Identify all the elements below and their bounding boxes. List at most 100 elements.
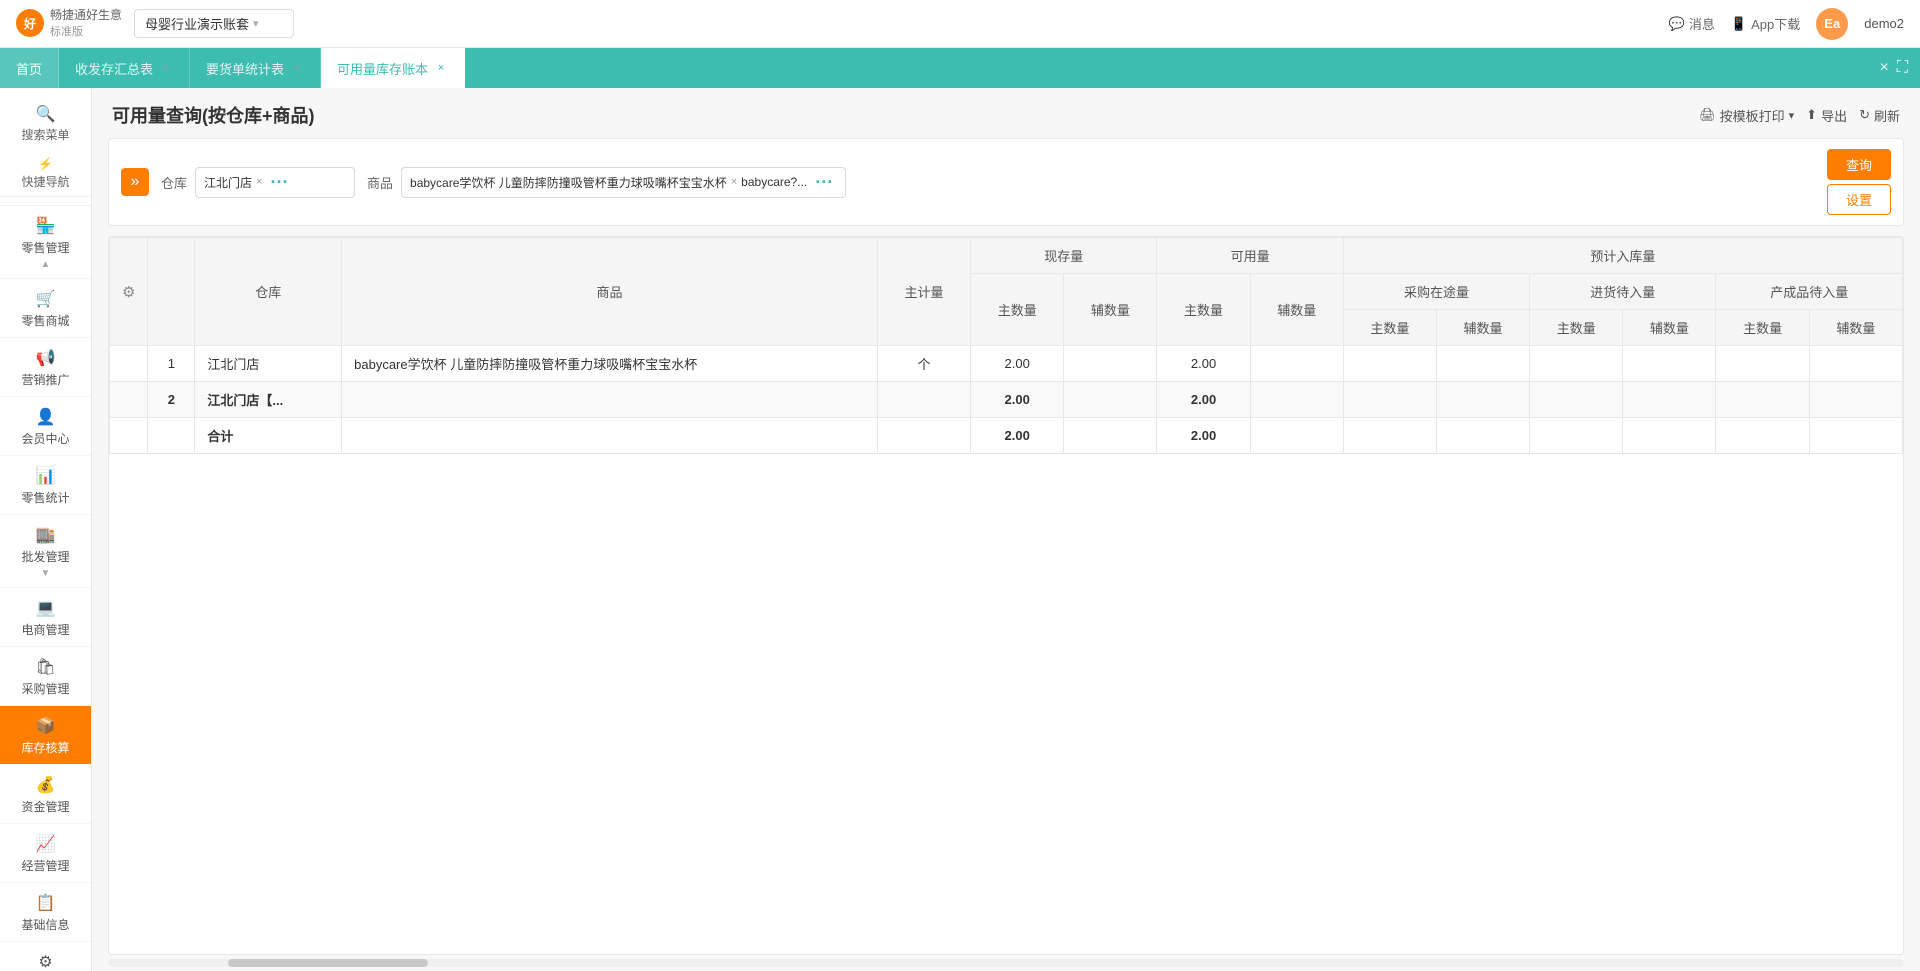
logo-app-name: 畅捷通好生意 [50,8,122,22]
sidebar-item-marketing[interactable]: 📢 营销推广 [0,338,91,397]
member-center-icon: 👤 [36,407,56,427]
sidebar-item-retail-mall[interactable]: 🛒 零售商城 [0,279,91,338]
table-settings-icon[interactable]: ⚙ [122,284,135,301]
sidebar-item-retail-mgmt[interactable]: 🏪 零售管理 ▲ [0,206,91,279]
th-main-unit: 主计量 [877,238,970,346]
product-label: 商品 [367,173,393,192]
sidebar-item-operations[interactable]: 📈 经营管理 [0,824,91,883]
td-group-index: 2 [148,382,195,418]
sidebar-item-inventory[interactable]: 📦 库存核算 [0,706,91,765]
tfoot-label: 合计 [195,418,342,454]
product-value-1: babycare学饮杯 儿童防摔防撞吸管杯重力球吸嘴杯宝宝水杯 [410,174,727,191]
td-group-product [342,382,878,418]
query-button[interactable]: 查询 [1827,149,1891,180]
sidebar-item-finance[interactable]: 💰 资金管理 [0,765,91,824]
scrollbar-thumb[interactable] [228,959,428,967]
th-avail-main: 主数量 [1157,274,1250,346]
search-icon: 🔍 [36,104,56,124]
warehouse-tag: 江北门店 × [204,174,262,191]
refresh-icon: ↻ [1859,107,1870,123]
sidebar-item-ecommerce-label: 电商管理 [21,621,69,638]
product-tag-1-close[interactable]: × [731,176,737,188]
refresh-button[interactable]: ↻ 刷新 [1859,106,1900,125]
tfoot-product-main [1716,418,1809,454]
td-stock-aux [1064,346,1157,382]
avatar[interactable]: Ea [1816,8,1848,40]
tab-receive-summary-close[interactable]: × [159,61,173,75]
tab-order-stats[interactable]: 要货单统计表 × [190,48,321,88]
tab-controls: × ⛶ [1867,48,1920,88]
filter-toggle-button[interactable]: » [121,168,149,196]
th-inbound-aux: 辅数量 [1623,310,1716,346]
industry-select[interactable]: 母婴行业演示账套 ▾ [134,9,294,38]
username: demo2 [1864,16,1904,31]
setting-button[interactable]: 设置 [1827,184,1891,215]
horizontal-scrollbar[interactable] [108,959,1904,967]
table-wrapper: ⚙ 仓库 商品 主计量 现存量 [108,236,1904,955]
sidebar-item-system-mgmt[interactable]: ⚙ 系统管理 [0,942,91,971]
print-icon: 🖨 [1699,107,1716,123]
warehouse-more-btn[interactable]: ··· [266,172,292,193]
td-inbound-main [1530,346,1623,382]
chevron-icon: ▲ [41,259,51,270]
th-purchase-transit: 采购在途量 [1343,274,1529,310]
sidebar-item-ecommerce[interactable]: 💻 电商管理 [0,588,91,647]
sidebar-item-purchase-mgmt[interactable]: 🛍 采购管理 [0,647,91,706]
warehouse-tag-close[interactable]: × [256,176,262,188]
tab-available-inventory-close[interactable]: × [434,61,448,75]
sidebar-item-retail-mall-label: 零售商城 [21,312,69,329]
header-actions: 🖨 按模板打印 ▾ ⬆ 导出 ↻ 刷新 [1699,106,1900,125]
logo-sub-name: 标准版 [50,23,122,39]
tfoot-inbound-aux [1623,418,1716,454]
sidebar-top: 🔍 搜索菜单 ⚡ 快捷导航 [0,88,91,206]
logo-text-group: 畅捷通好生意 标准版 [50,8,122,38]
top-bar-left: 好 畅捷通好生意 标准版 母婴行业演示账套 ▾ [16,8,294,38]
sidebar-item-basic-info[interactable]: 📋 基础信息 [0,883,91,942]
warehouse-input[interactable]: 江北门店 × ··· [195,167,355,198]
group-row: 2 江北门店【... 2.00 2.00 [110,382,1903,418]
home-label: 首页 [16,59,42,78]
tab-fullscreen-button[interactable]: ⛶ [1897,59,1908,77]
sidebar-quick-nav-label: 快捷导航 [21,173,69,190]
marketing-icon: 📢 [36,348,56,368]
th-product-pending: 产成品待入量 [1716,274,1903,310]
table-row: 1 江北门店 babycare学饮杯 儿童防摔防撞吸管杯重力球吸嘴杯宝宝水杯 个… [110,346,1903,382]
warehouse-value: 江北门店 [204,174,252,191]
retail-mall-icon: 🛒 [36,289,56,309]
quick-nav-icon: ⚡ [38,157,53,171]
td-group-avail-aux [1250,382,1343,418]
sidebar-item-member-center[interactable]: 👤 会员中心 [0,397,91,456]
th-current-stock: 现存量 [971,238,1157,274]
th-stock-aux: 辅数量 [1064,274,1157,346]
app-download-button[interactable]: 📱 App下载 [1731,14,1800,33]
sidebar-item-wholesale-mgmt[interactable]: 🏬 批发管理 ▼ [0,515,91,588]
logo: 好 畅捷通好生意 标准版 [16,8,122,38]
product-input[interactable]: babycare学饮杯 儿童防摔防撞吸管杯重力球吸嘴杯宝宝水杯 × babyca… [401,167,846,198]
data-table: ⚙ 仓库 商品 主计量 现存量 [109,237,1903,454]
tab-available-inventory[interactable]: 可用量库存账本 × [321,48,465,88]
td-main-unit: 个 [877,346,970,382]
sidebar-search-button[interactable]: 🔍 搜索菜单 [0,96,91,151]
td-avail-aux [1250,346,1343,382]
message-button[interactable]: 💬 消息 [1669,14,1715,33]
ecommerce-icon: 💻 [36,598,56,618]
export-button[interactable]: ⬆ 导出 [1806,106,1847,125]
tab-available-inventory-label: 可用量库存账本 [337,59,428,78]
sidebar-quick-nav-button[interactable]: ⚡ 快捷导航 [0,151,91,197]
th-stock-main: 主数量 [971,274,1064,346]
chevron-icon-wholesale: ▼ [41,568,51,579]
td-group-product-aux [1809,382,1902,418]
tab-close-all-button[interactable]: × [1879,59,1888,77]
print-button[interactable]: 🖨 按模板打印 ▾ [1699,106,1794,125]
sidebar-item-inventory-label: 库存核算 [21,739,69,756]
td-product: babycare学饮杯 儿童防摔防撞吸管杯重力球吸嘴杯宝宝水杯 [342,346,878,382]
tfoot-product-aux [1809,418,1902,454]
th-goods-pending: 进货待入量 [1530,274,1716,310]
sidebar-item-retail-stats[interactable]: 📊 零售统计 [0,456,91,515]
industry-label: 母婴行业演示账套 [145,14,249,33]
tab-receive-summary[interactable]: 收发存汇总表 × [59,48,190,88]
tab-home[interactable]: 首页 [0,48,59,88]
tab-order-stats-close[interactable]: × [290,61,304,75]
product-tag-1: babycare学饮杯 儿童防摔防撞吸管杯重力球吸嘴杯宝宝水杯 × [410,174,737,191]
product-more-btn[interactable]: ··· [811,172,837,193]
